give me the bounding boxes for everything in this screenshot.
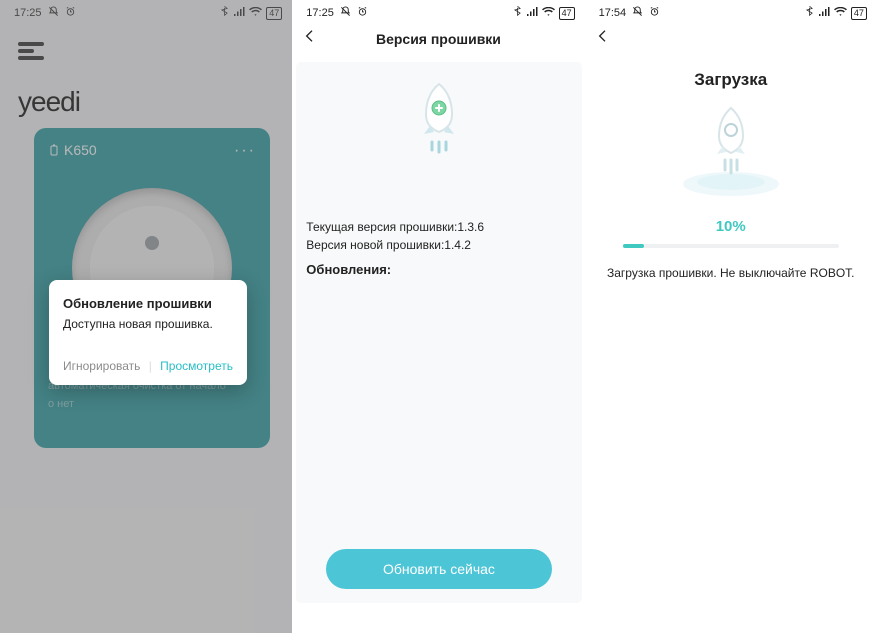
firmware-update-dialog: Обновление прошивки Доступна новая проши… (49, 280, 247, 385)
bluetooth-icon (220, 6, 229, 20)
status-time: 17:25 (306, 7, 334, 19)
menu-button[interactable] (18, 42, 44, 60)
device-name-text: K650 (64, 142, 97, 158)
page-title: Версия прошивки (376, 31, 501, 47)
rocket-icon (411, 80, 467, 163)
dnd-icon (632, 6, 643, 20)
signal-icon (233, 7, 245, 20)
bluetooth-icon (513, 6, 522, 20)
brand-logo: yeedi (18, 86, 80, 118)
ignore-button[interactable]: Игнорировать (63, 359, 140, 373)
page-title: Загрузка (585, 70, 877, 90)
header: Версия прошивки (292, 22, 584, 56)
alarm-icon (649, 6, 660, 20)
rocket-icon (676, 102, 786, 207)
content-panel: Текущая версия прошивки:1.3.6 Версия нов… (296, 62, 581, 603)
status-bar: 17:54 47 (585, 0, 877, 22)
more-button[interactable]: ··· (234, 142, 256, 160)
progress-bar (623, 244, 839, 248)
alarm-icon (357, 6, 368, 20)
header (585, 22, 877, 56)
wifi-icon (834, 7, 847, 20)
current-version: Текущая версия прошивки:1.3.6 (306, 218, 571, 236)
status-bar: 17:25 47 (292, 0, 584, 22)
new-version: Версия новой прошивки:1.4.2 (306, 236, 571, 254)
progress-percent: 10% (585, 218, 877, 235)
battery-icon: 47 (851, 7, 867, 20)
status-bar: 17:25 47 (0, 0, 292, 22)
battery-small-icon (48, 144, 60, 156)
update-now-button[interactable]: Обновить сейчас (326, 549, 552, 589)
updates-heading: Обновления: (306, 260, 571, 280)
dialog-message: Доступна новая прошивка. (63, 317, 233, 331)
device-name: K650 (48, 142, 97, 158)
signal-icon (526, 7, 538, 20)
status-time: 17:54 (599, 7, 627, 19)
version-info: Текущая версия прошивки:1.3.6 Версия нов… (306, 218, 571, 280)
wifi-icon (249, 7, 262, 20)
wifi-icon (542, 7, 555, 20)
card-subtext-2: о нет (48, 398, 74, 410)
divider: | (149, 359, 152, 373)
dialog-title: Обновление прошивки (63, 296, 233, 311)
progress-fill (623, 244, 645, 248)
bluetooth-icon (805, 6, 814, 20)
status-time: 17:25 (14, 7, 42, 19)
signal-icon (818, 7, 830, 20)
view-button[interactable]: Просмотреть (160, 359, 233, 373)
back-button[interactable] (302, 28, 318, 49)
battery-icon: 47 (559, 7, 575, 20)
phone-download-progress: 17:54 47 Загрузка 10% Загрузка прошивки (585, 0, 877, 633)
dnd-icon (340, 6, 351, 20)
phone-yeedi-home: 17:25 47 yeedi K650 ··· (0, 0, 292, 633)
phone-firmware-version: 17:25 47 Версия прошивки (292, 0, 584, 633)
battery-icon: 47 (266, 7, 282, 20)
dnd-icon (48, 6, 59, 20)
chevron-left-icon (302, 28, 318, 44)
progress-message: Загрузка прошивки. Не выключайте ROBOT. (585, 266, 877, 280)
alarm-icon (65, 6, 76, 20)
back-button[interactable] (595, 28, 611, 49)
chevron-left-icon (595, 28, 611, 44)
